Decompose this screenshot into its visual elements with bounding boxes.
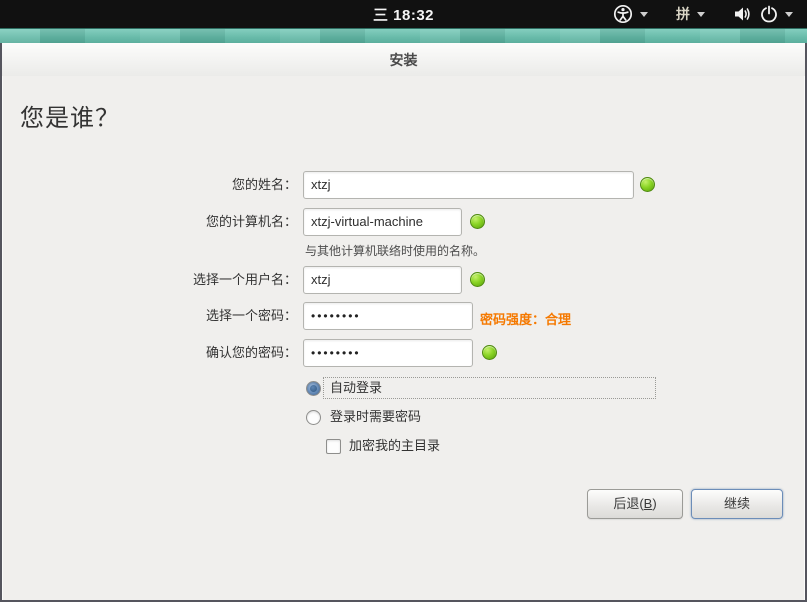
input-method-indicator[interactable]: 拼 (676, 4, 690, 24)
name-valid-icon (640, 177, 655, 192)
hostname-label: 您的计算机名： (17, 208, 297, 236)
hostname-valid-icon (470, 214, 485, 229)
password-label: 选择一个密码： (17, 302, 297, 330)
username-label: 选择一个用户名： (17, 266, 297, 294)
desktop-background (0, 28, 807, 43)
top-panel: 三 18:32 拼 (0, 0, 807, 28)
confirm-password-label: 确认您的密码： (17, 339, 297, 367)
name-label: 您的姓名： (17, 171, 297, 199)
continue-button[interactable]: 继续 (691, 489, 783, 519)
username-valid-icon (470, 272, 485, 287)
require-password-radio[interactable] (306, 410, 321, 425)
hostname-input[interactable]: xtzj-virtual-machine (303, 208, 462, 236)
back-button[interactable]: 后退(B) (587, 489, 683, 519)
power-icon[interactable] (760, 5, 778, 23)
name-input[interactable]: xtzj (303, 171, 634, 199)
hostname-hint: 与其他计算机联络时使用的名称。 (305, 242, 485, 259)
require-password-label[interactable]: 登录时需要密码 (330, 408, 421, 426)
encrypt-home-label[interactable]: 加密我的主目录 (349, 437, 440, 455)
password-input[interactable]: •••••••• (303, 302, 473, 330)
window-title: 安装 (390, 50, 418, 70)
accessibility-icon[interactable] (613, 4, 633, 24)
confirm-valid-icon (482, 345, 497, 360)
page-title: 您是谁？ (20, 98, 120, 133)
confirm-password-input[interactable]: •••••••• (303, 339, 473, 367)
session-menu-arrow-icon[interactable] (785, 12, 793, 17)
installer-window: 安装 您是谁？ 您的姓名： xtzj 您的计算机名： xtzj-virtual-… (0, 43, 807, 602)
username-input[interactable]: xtzj (303, 266, 462, 294)
password-strength-label: 密码强度：合理 (480, 309, 571, 328)
accessibility-menu-arrow-icon[interactable] (640, 12, 648, 17)
screen: 三 18:32 拼 (0, 0, 807, 602)
input-method-menu-arrow-icon[interactable] (697, 12, 705, 17)
auto-login-radio[interactable] (306, 381, 321, 396)
auto-login-label[interactable]: 自动登录 (330, 379, 382, 397)
window-titlebar[interactable]: 安装 (2, 43, 805, 76)
volume-icon[interactable] (733, 5, 753, 23)
encrypt-home-checkbox[interactable] (326, 439, 341, 454)
system-tray: 拼 (613, 0, 793, 28)
